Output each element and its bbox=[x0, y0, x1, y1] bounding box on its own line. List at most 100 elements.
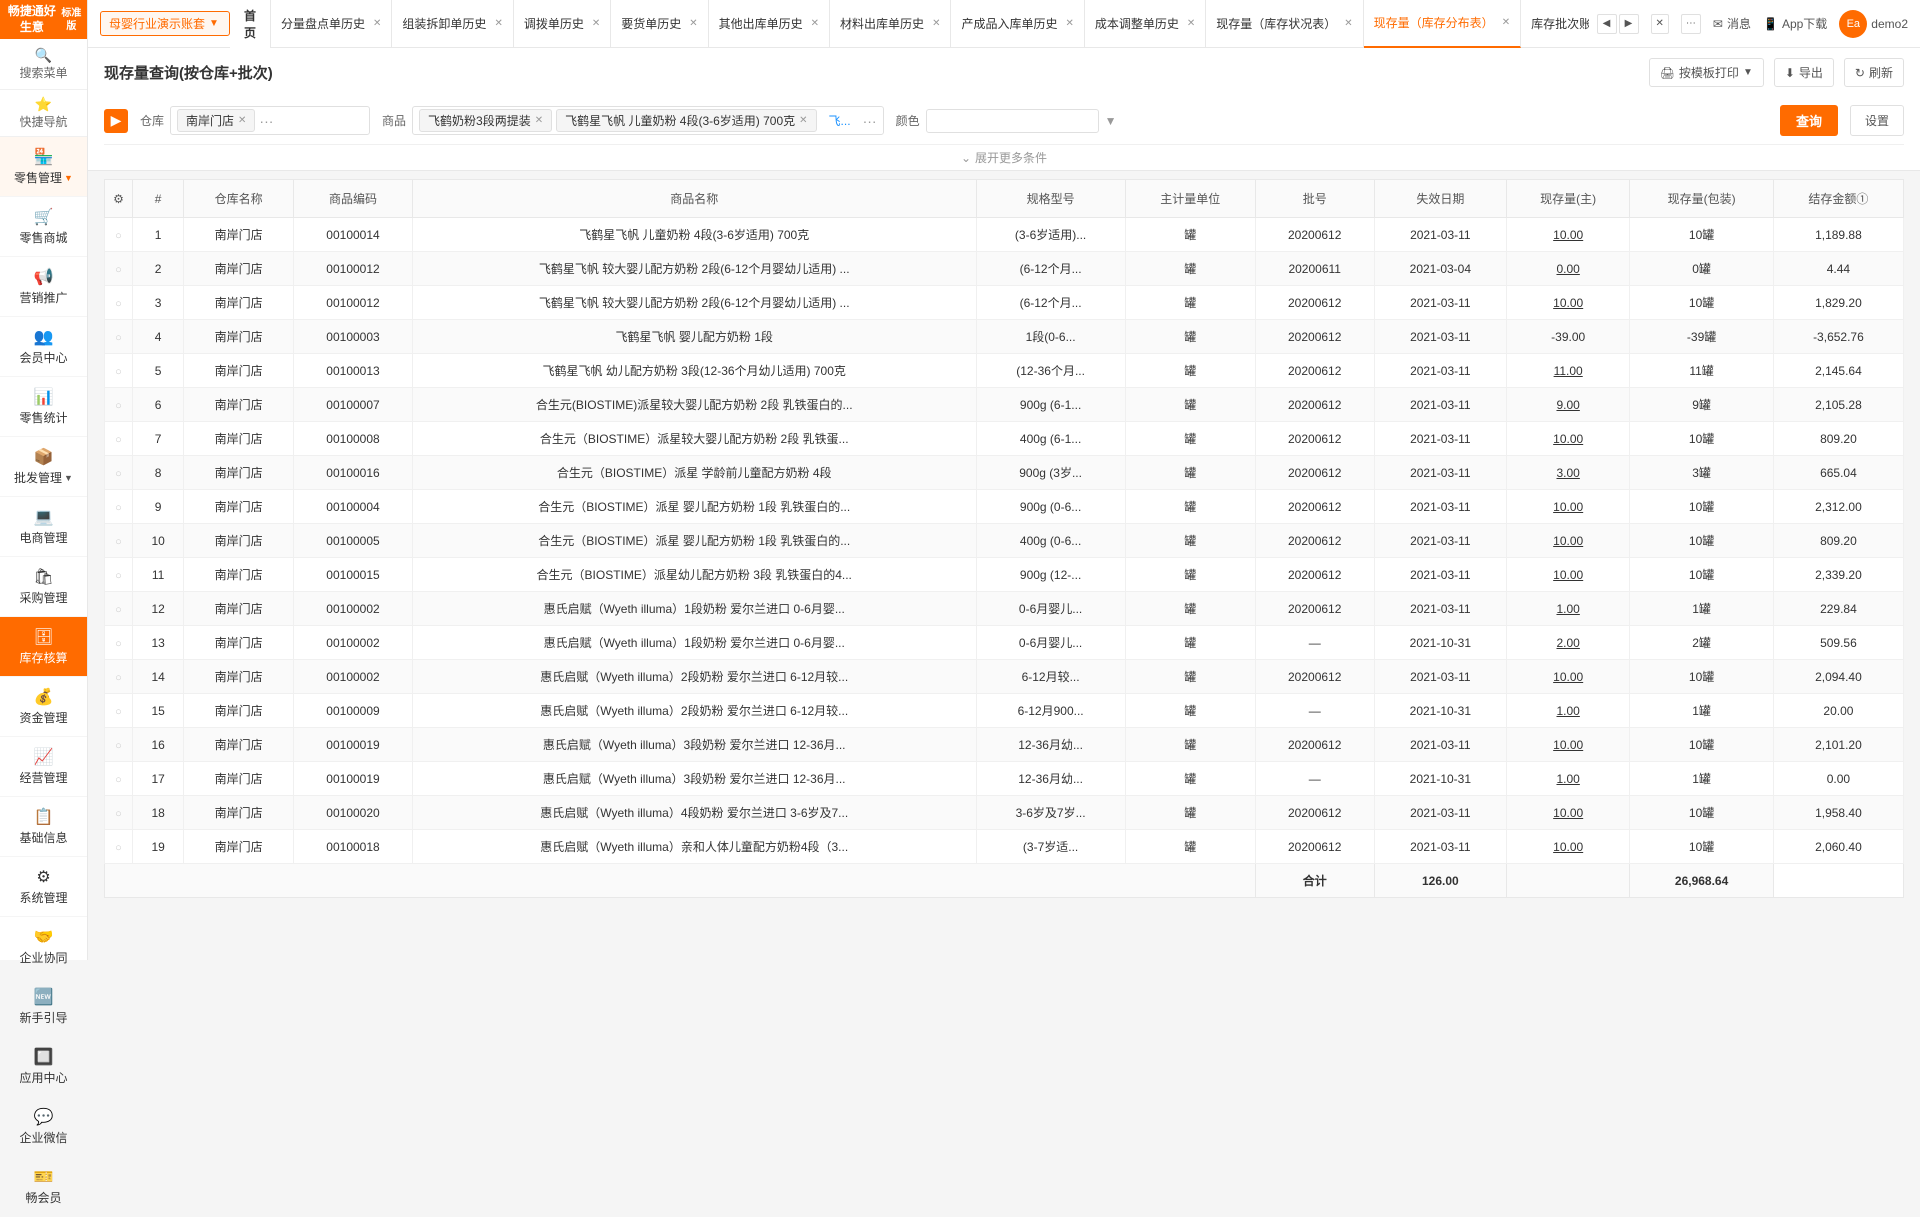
td-no: 19 bbox=[133, 830, 184, 864]
tab-home[interactable]: 首页 bbox=[230, 0, 271, 48]
sidebar-item-inventory[interactable]: 🗄 库存核算 bbox=[0, 617, 87, 677]
th-settings[interactable]: ⚙ bbox=[105, 180, 133, 218]
tab-disassemble[interactable]: 组装拆卸单历史 ✕ bbox=[392, 0, 513, 48]
sidebar-item-member[interactable]: 👥 会员中心 bbox=[0, 317, 87, 377]
tab-close-all-btn[interactable]: ✕ bbox=[1651, 14, 1669, 34]
tab-close-icon[interactable]: ✕ bbox=[689, 18, 697, 29]
tab-picking[interactable]: 调拨单历史 ✕ bbox=[514, 0, 611, 48]
table-row: ○ 13 南岸门店 00100002 惠氏启赋（Wyeth illuma）1段奶… bbox=[105, 626, 1904, 660]
td-icon: ○ bbox=[105, 592, 133, 626]
tab-product-in[interactable]: 产成品入库单历史 ✕ bbox=[951, 0, 1084, 48]
warehouse-more-btn[interactable]: ··· bbox=[259, 113, 273, 129]
tab-close-icon[interactable]: ✕ bbox=[1187, 18, 1195, 29]
tab-close-icon[interactable]: ✕ bbox=[811, 18, 819, 29]
warehouse-input[interactable]: 南岸门店 ✕ ··· bbox=[170, 106, 370, 135]
td-qty-main[interactable]: 1.00 bbox=[1507, 592, 1630, 626]
tab-material-out[interactable]: 材料出库单历史 ✕ bbox=[830, 0, 951, 48]
inventory-table: ⚙ # 仓库名称 商品编码 商品名称 规格型号 主计量单位 批号 失效日期 现存… bbox=[104, 179, 1904, 898]
td-qty-main[interactable]: 10.00 bbox=[1507, 524, 1630, 558]
td-qty-main[interactable]: 10.00 bbox=[1507, 660, 1630, 694]
sidebar-item-enterprise[interactable]: 🤝 企业协同 bbox=[0, 917, 87, 977]
query-btn[interactable]: 查询 bbox=[1780, 105, 1838, 136]
th-warehouse: 仓库名称 bbox=[184, 180, 294, 218]
td-unit: 罐 bbox=[1125, 354, 1255, 388]
tab-next-btn[interactable]: ▶ bbox=[1619, 14, 1639, 34]
sidebar-item-new-guide[interactable]: 🆕 新手引导 bbox=[0, 977, 87, 1037]
tab-close-icon[interactable]: ✕ bbox=[494, 18, 502, 29]
sidebar-item-ecommerce[interactable]: 💻 电商管理 bbox=[0, 497, 87, 557]
td-qty-main[interactable]: 10.00 bbox=[1507, 796, 1630, 830]
tab-close-icon[interactable]: ✕ bbox=[932, 18, 940, 29]
sidebar-search[interactable]: 🔍 搜索菜单 bbox=[0, 39, 87, 90]
tab-close-icon[interactable]: ✕ bbox=[1065, 18, 1073, 29]
tab-close-icon[interactable]: ✕ bbox=[1502, 17, 1510, 28]
sidebar-item-enterprise-wechat[interactable]: 💬 企业微信 bbox=[0, 1097, 87, 1157]
td-expire: 2021-03-11 bbox=[1374, 320, 1506, 354]
tab-menu-btn[interactable]: ⋯ bbox=[1681, 14, 1701, 34]
app-download-btn[interactable]: 📱 App下载 bbox=[1763, 15, 1827, 32]
sidebar-item-retail-mgmt[interactable]: 🏪 零售管理 ▼ bbox=[0, 137, 87, 197]
tab-close-icon[interactable]: ✕ bbox=[1344, 18, 1352, 29]
product-more-btn[interactable]: ··· bbox=[863, 113, 877, 129]
product-tag-2-close[interactable]: ✕ bbox=[799, 115, 807, 126]
td-qty-main[interactable]: 2.00 bbox=[1507, 626, 1630, 660]
tab-prev-btn[interactable]: ◀ bbox=[1597, 14, 1617, 34]
td-expire: 2021-03-11 bbox=[1374, 524, 1506, 558]
refresh-btn[interactable]: ↻ 刷新 bbox=[1844, 58, 1904, 87]
td-batch: 20200612 bbox=[1255, 490, 1374, 524]
product-input[interactable]: 飞鹤奶粉3段两提装 ✕ 飞鹤星飞帆 儿童奶粉 4段(3-6岁适用) 700克 ✕… bbox=[412, 106, 884, 135]
table-container: ⚙ # 仓库名称 商品编码 商品名称 规格型号 主计量单位 批号 失效日期 现存… bbox=[88, 171, 1920, 960]
account-dropdown[interactable]: 母婴行业演示账套 ▼ bbox=[100, 11, 230, 36]
sidebar-item-finance[interactable]: 💰 资金管理 bbox=[0, 677, 87, 737]
export-btn[interactable]: ⬇ 导出 bbox=[1774, 58, 1834, 87]
tab-requisition[interactable]: 要货单历史 ✕ bbox=[611, 0, 708, 48]
td-qty-main[interactable]: 9.00 bbox=[1507, 388, 1630, 422]
td-code: 00100013 bbox=[294, 354, 413, 388]
product-tag-1-close[interactable]: ✕ bbox=[535, 115, 543, 126]
settings-btn[interactable]: 设置 bbox=[1850, 105, 1904, 136]
topbar-right: ◀ ▶ ✕ ⋯ ✉ 消息 📱 App下载 Ea demo2 bbox=[1597, 10, 1908, 38]
tab-stock-status[interactable]: 现存量（库存状况表） ✕ bbox=[1206, 0, 1363, 48]
sidebar-item-wholesale[interactable]: 📦 批发管理 ▼ bbox=[0, 437, 87, 497]
sidebar-item-base-info[interactable]: 📋 基础信息 bbox=[0, 797, 87, 857]
td-qty-main[interactable]: 10.00 bbox=[1507, 218, 1630, 252]
sidebar-item-operations[interactable]: 📈 经营管理 bbox=[0, 737, 87, 797]
tab-cost-adjust[interactable]: 成本调整单历史 ✕ bbox=[1085, 0, 1206, 48]
td-qty-main[interactable]: 10.00 bbox=[1507, 286, 1630, 320]
user-avatar[interactable]: Ea demo2 bbox=[1839, 10, 1908, 38]
td-qty-main[interactable]: 10.00 bbox=[1507, 490, 1630, 524]
sidebar-item-marketing[interactable]: 📢 营销推广 bbox=[0, 257, 87, 317]
td-qty-main[interactable]: 10.00 bbox=[1507, 830, 1630, 864]
tab-split-disc[interactable]: 分量盘点单历史 ✕ bbox=[271, 0, 392, 48]
td-qty-main[interactable]: 11.00 bbox=[1507, 354, 1630, 388]
sidebar-item-purchase[interactable]: 🛍 采购管理 bbox=[0, 557, 87, 617]
warehouse-tag-close[interactable]: ✕ bbox=[238, 115, 246, 126]
td-amount: 2,060.40 bbox=[1773, 830, 1903, 864]
filter-expand-btn[interactable]: ▶ bbox=[104, 109, 128, 133]
td-qty-main[interactable]: 1.00 bbox=[1507, 694, 1630, 728]
tab-stock-batch[interactable]: 库存批次账 ✕ bbox=[1521, 0, 1588, 48]
more-conditions-btn[interactable]: ⌄ 展开更多条件 bbox=[104, 144, 1904, 170]
tab-stock-dist[interactable]: 现存量（库存分布表） ✕ bbox=[1364, 0, 1521, 48]
sidebar-item-app-center[interactable]: 🔲 应用中心 bbox=[0, 1037, 87, 1097]
td-qty-main[interactable]: 10.00 bbox=[1507, 422, 1630, 456]
sidebar-shortcut[interactable]: ⭐ 快捷导航 bbox=[0, 90, 87, 137]
tab-other-out[interactable]: 其他出库单历史 ✕ bbox=[709, 0, 830, 48]
color-input[interactable] bbox=[926, 109, 1099, 133]
td-qty-main[interactable]: 10.00 bbox=[1507, 558, 1630, 592]
template-print-btn[interactable]: 🖨 按模板打印 ▼ bbox=[1649, 58, 1764, 87]
sidebar-item-retail-shop[interactable]: 🛒 零售商城 bbox=[0, 197, 87, 257]
sidebar-item-free-member[interactable]: 🎫 畅会员 bbox=[0, 1157, 87, 1217]
message-btn[interactable]: ✉ 消息 bbox=[1713, 15, 1751, 32]
tab-close-icon[interactable]: ✕ bbox=[592, 18, 600, 29]
tab-close-icon[interactable]: ✕ bbox=[373, 18, 381, 29]
td-qty-main[interactable]: 0.00 bbox=[1507, 252, 1630, 286]
td-qty-main[interactable]: 10.00 bbox=[1507, 728, 1630, 762]
table-header-row: ⚙ # 仓库名称 商品编码 商品名称 规格型号 主计量单位 批号 失效日期 现存… bbox=[105, 180, 1904, 218]
td-qty-main[interactable]: 1.00 bbox=[1507, 762, 1630, 796]
color-dropdown-icon[interactable]: ▼ bbox=[1105, 114, 1117, 128]
sidebar-item-retail-stats[interactable]: 📊 零售统计 bbox=[0, 377, 87, 437]
td-qty-main[interactable]: 3.00 bbox=[1507, 456, 1630, 490]
td-batch: 20200612 bbox=[1255, 354, 1374, 388]
sidebar-item-sys-mgmt[interactable]: ⚙ 系统管理 bbox=[0, 857, 87, 917]
